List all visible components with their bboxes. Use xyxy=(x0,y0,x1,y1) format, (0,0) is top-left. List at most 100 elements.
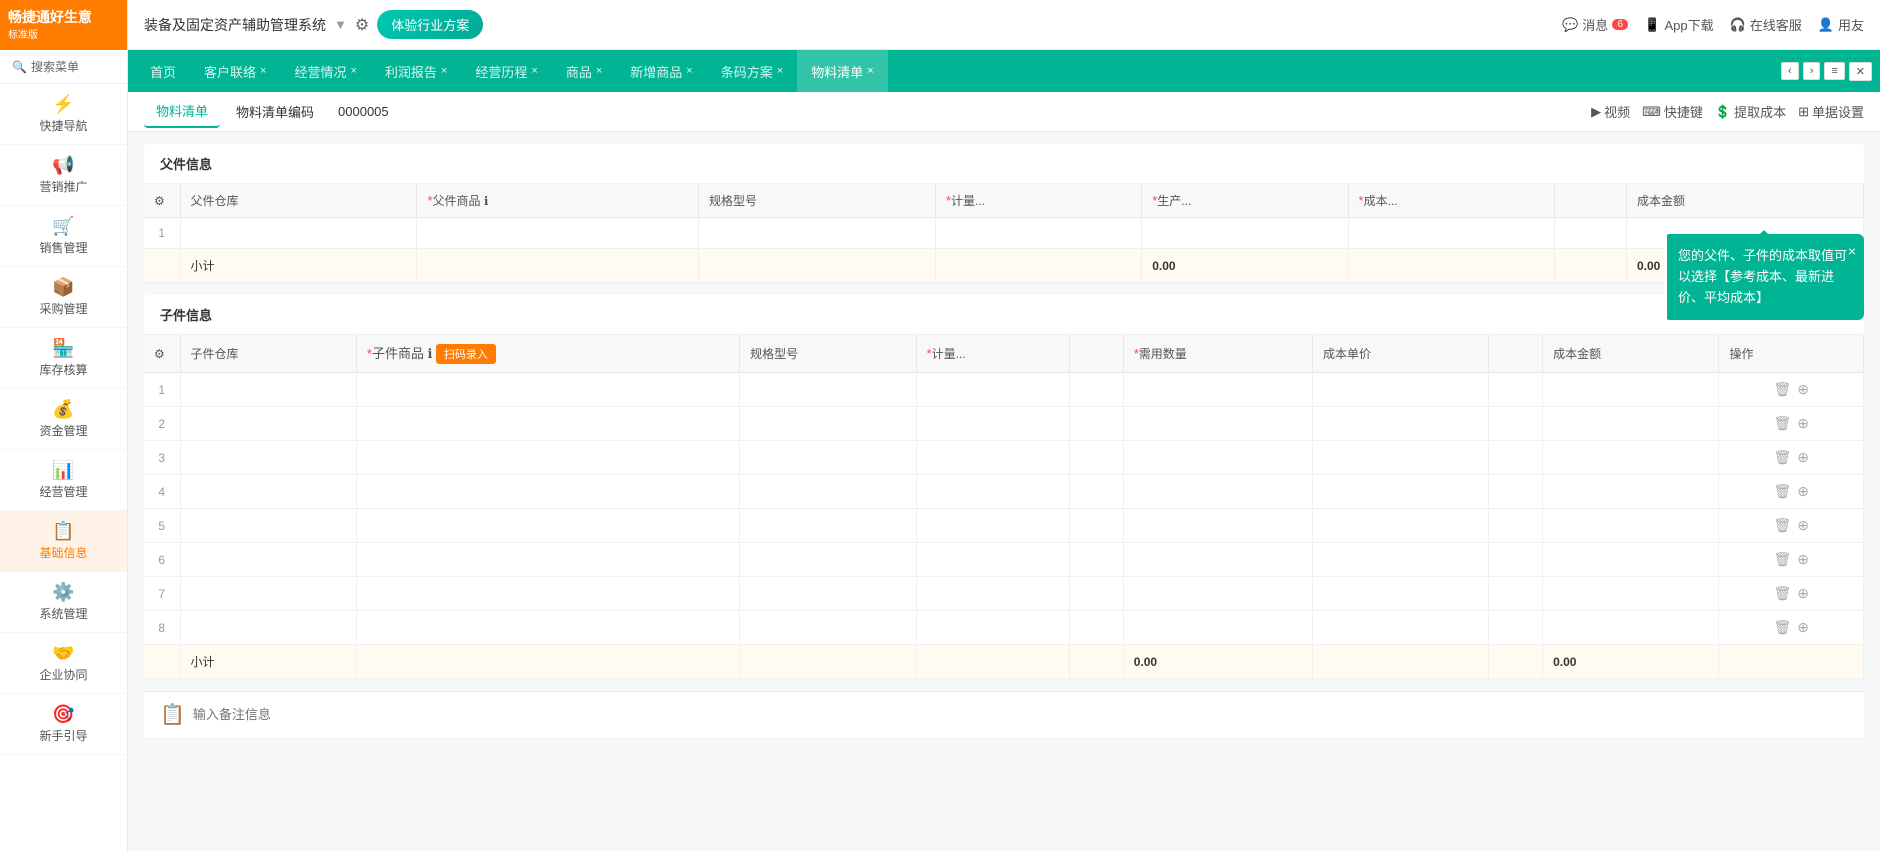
delete-icon[interactable]: 🗑 xyxy=(1773,619,1791,636)
tab-goods[interactable]: 商品 × xyxy=(552,50,616,92)
delete-icon[interactable]: 🗑 xyxy=(1773,585,1791,602)
app-download-button[interactable]: 📱 App下载 xyxy=(1644,15,1713,34)
child-cost-1[interactable] xyxy=(1313,373,1489,407)
tab-bom[interactable]: 物料清单 × xyxy=(797,50,887,92)
delete-icon[interactable]: 🗑 xyxy=(1773,415,1791,432)
child-qty-1[interactable] xyxy=(1123,373,1312,407)
message-button[interactable]: 💬 消息 6 xyxy=(1562,15,1628,34)
child-warehouse-6[interactable] xyxy=(180,543,356,577)
sidebar-item-sales[interactable]: 🛒 销售管理 xyxy=(0,206,127,267)
sidebar-item-basic-info[interactable]: 📋 基础信息 xyxy=(0,511,127,572)
user-menu[interactable]: 👤 用友 xyxy=(1818,15,1864,34)
settings-icon[interactable]: ⚙ xyxy=(355,15,369,35)
child-cost-4[interactable] xyxy=(1313,475,1489,509)
child-warehouse-8[interactable] xyxy=(180,611,356,645)
child-spec-2[interactable] xyxy=(740,407,916,441)
delete-icon[interactable]: 🗑 xyxy=(1773,381,1791,398)
child-unit-6[interactable] xyxy=(916,543,1070,577)
extract-cost-btn[interactable]: 💲 提取成本 xyxy=(1715,102,1786,121)
child-warehouse-7[interactable] xyxy=(180,577,356,611)
sidebar-item-guide[interactable]: 🎯 新手引导 xyxy=(0,694,127,755)
sidebar-item-operations[interactable]: 📊 经营管理 xyxy=(0,450,127,511)
remark-input[interactable] xyxy=(193,707,1848,722)
child-spec-4[interactable] xyxy=(740,475,916,509)
child-cost-5[interactable] xyxy=(1313,509,1489,543)
sidebar-item-system[interactable]: ⚙️ 系统管理 xyxy=(0,572,127,633)
child-cost-2[interactable] xyxy=(1313,407,1489,441)
copy-icon[interactable]: ⊕ xyxy=(1797,483,1809,500)
child-spec-1[interactable] xyxy=(740,373,916,407)
child-cost-3[interactable] xyxy=(1313,441,1489,475)
trial-button[interactable]: 体验行业方案 xyxy=(377,10,483,39)
child-unit-7[interactable] xyxy=(916,577,1070,611)
parent-spec-cell[interactable] xyxy=(698,218,935,249)
child-goods-3[interactable] xyxy=(356,441,739,475)
copy-icon[interactable]: ⊕ xyxy=(1797,585,1809,602)
sidebar-item-finance[interactable]: 💰 资金管理 xyxy=(0,389,127,450)
child-goods-2[interactable] xyxy=(356,407,739,441)
child-spec-3[interactable] xyxy=(740,441,916,475)
shortcut-btn[interactable]: ⌨ 快捷键 xyxy=(1642,102,1703,121)
tab-barcode[interactable]: 条码方案 × xyxy=(707,50,797,92)
tab-customer[interactable]: 客户联络 × xyxy=(190,50,280,92)
child-goods-6[interactable] xyxy=(356,543,739,577)
child-unit-4[interactable] xyxy=(916,475,1070,509)
nav-menu[interactable]: ≡ xyxy=(1824,62,1844,80)
nav-next[interactable]: › xyxy=(1803,62,1821,80)
copy-icon[interactable]: ⊕ xyxy=(1797,381,1809,398)
tab-new-goods[interactable]: 新增商品 × xyxy=(616,50,706,92)
copy-icon[interactable]: ⊕ xyxy=(1797,619,1809,636)
child-cost-8[interactable] xyxy=(1313,611,1489,645)
sidebar-item-marketing[interactable]: 📢 营销推广 xyxy=(0,145,127,206)
child-warehouse-3[interactable] xyxy=(180,441,356,475)
delete-icon[interactable]: 🗑 xyxy=(1773,449,1791,466)
tab-home[interactable]: 首页 xyxy=(136,50,190,92)
child-unit-3[interactable] xyxy=(916,441,1070,475)
child-warehouse-1[interactable] xyxy=(180,373,356,407)
nav-prev[interactable]: ‹ xyxy=(1781,62,1799,80)
child-goods-5[interactable] xyxy=(356,509,739,543)
child-warehouse-5[interactable] xyxy=(180,509,356,543)
child-qty-2[interactable] xyxy=(1123,407,1312,441)
child-goods-8[interactable] xyxy=(356,611,739,645)
child-spec-5[interactable] xyxy=(740,509,916,543)
nav-close[interactable]: ✕ xyxy=(1849,62,1872,81)
sidebar-item-inventory[interactable]: 🏪 库存核算 xyxy=(0,328,127,389)
sidebar-item-quick-nav[interactable]: ⚡ 快捷导航 xyxy=(0,84,127,145)
delete-icon[interactable]: 🗑 xyxy=(1773,483,1791,500)
parent-cost-cell[interactable] xyxy=(1348,218,1554,249)
child-qty-5[interactable] xyxy=(1123,509,1312,543)
child-unit-8[interactable] xyxy=(916,611,1070,645)
search-menu[interactable]: 🔍 搜索菜单 xyxy=(0,50,127,84)
copy-icon[interactable]: ⊕ xyxy=(1797,415,1809,432)
child-goods-7[interactable] xyxy=(356,577,739,611)
child-spec-6[interactable] xyxy=(740,543,916,577)
child-goods-4[interactable] xyxy=(356,475,739,509)
tab-operations[interactable]: 经营情况 × xyxy=(280,50,370,92)
copy-icon[interactable]: ⊕ xyxy=(1797,449,1809,466)
tooltip-close-btn[interactable]: × xyxy=(1848,240,1856,262)
child-spec-7[interactable] xyxy=(740,577,916,611)
child-unit-1[interactable] xyxy=(916,373,1070,407)
child-unit-5[interactable] xyxy=(916,509,1070,543)
child-qty-7[interactable] xyxy=(1123,577,1312,611)
delete-icon[interactable]: 🗑 xyxy=(1773,551,1791,568)
online-service-button[interactable]: 🎧 在线客服 xyxy=(1730,15,1802,34)
sub-nav-bom-list[interactable]: 物料清单 xyxy=(144,95,220,128)
parent-unit-cell[interactable] xyxy=(935,218,1141,249)
parent-goods-cell[interactable] xyxy=(417,218,698,249)
copy-icon[interactable]: ⊕ xyxy=(1797,551,1809,568)
child-qty-4[interactable] xyxy=(1123,475,1312,509)
child-warehouse-2[interactable] xyxy=(180,407,356,441)
view-video-btn[interactable]: ▶ 视频 xyxy=(1591,102,1630,121)
single-settings-btn[interactable]: ⊞ 单据设置 xyxy=(1798,102,1864,121)
sidebar-item-enterprise[interactable]: 🤝 企业协同 xyxy=(0,633,127,694)
child-cost-6[interactable] xyxy=(1313,543,1489,577)
parent-production-cell[interactable] xyxy=(1142,218,1348,249)
child-unit-2[interactable] xyxy=(916,407,1070,441)
sidebar-item-purchase[interactable]: 📦 采购管理 xyxy=(0,267,127,328)
child-qty-3[interactable] xyxy=(1123,441,1312,475)
child-warehouse-4[interactable] xyxy=(180,475,356,509)
child-cost-7[interactable] xyxy=(1313,577,1489,611)
child-spec-8[interactable] xyxy=(740,611,916,645)
